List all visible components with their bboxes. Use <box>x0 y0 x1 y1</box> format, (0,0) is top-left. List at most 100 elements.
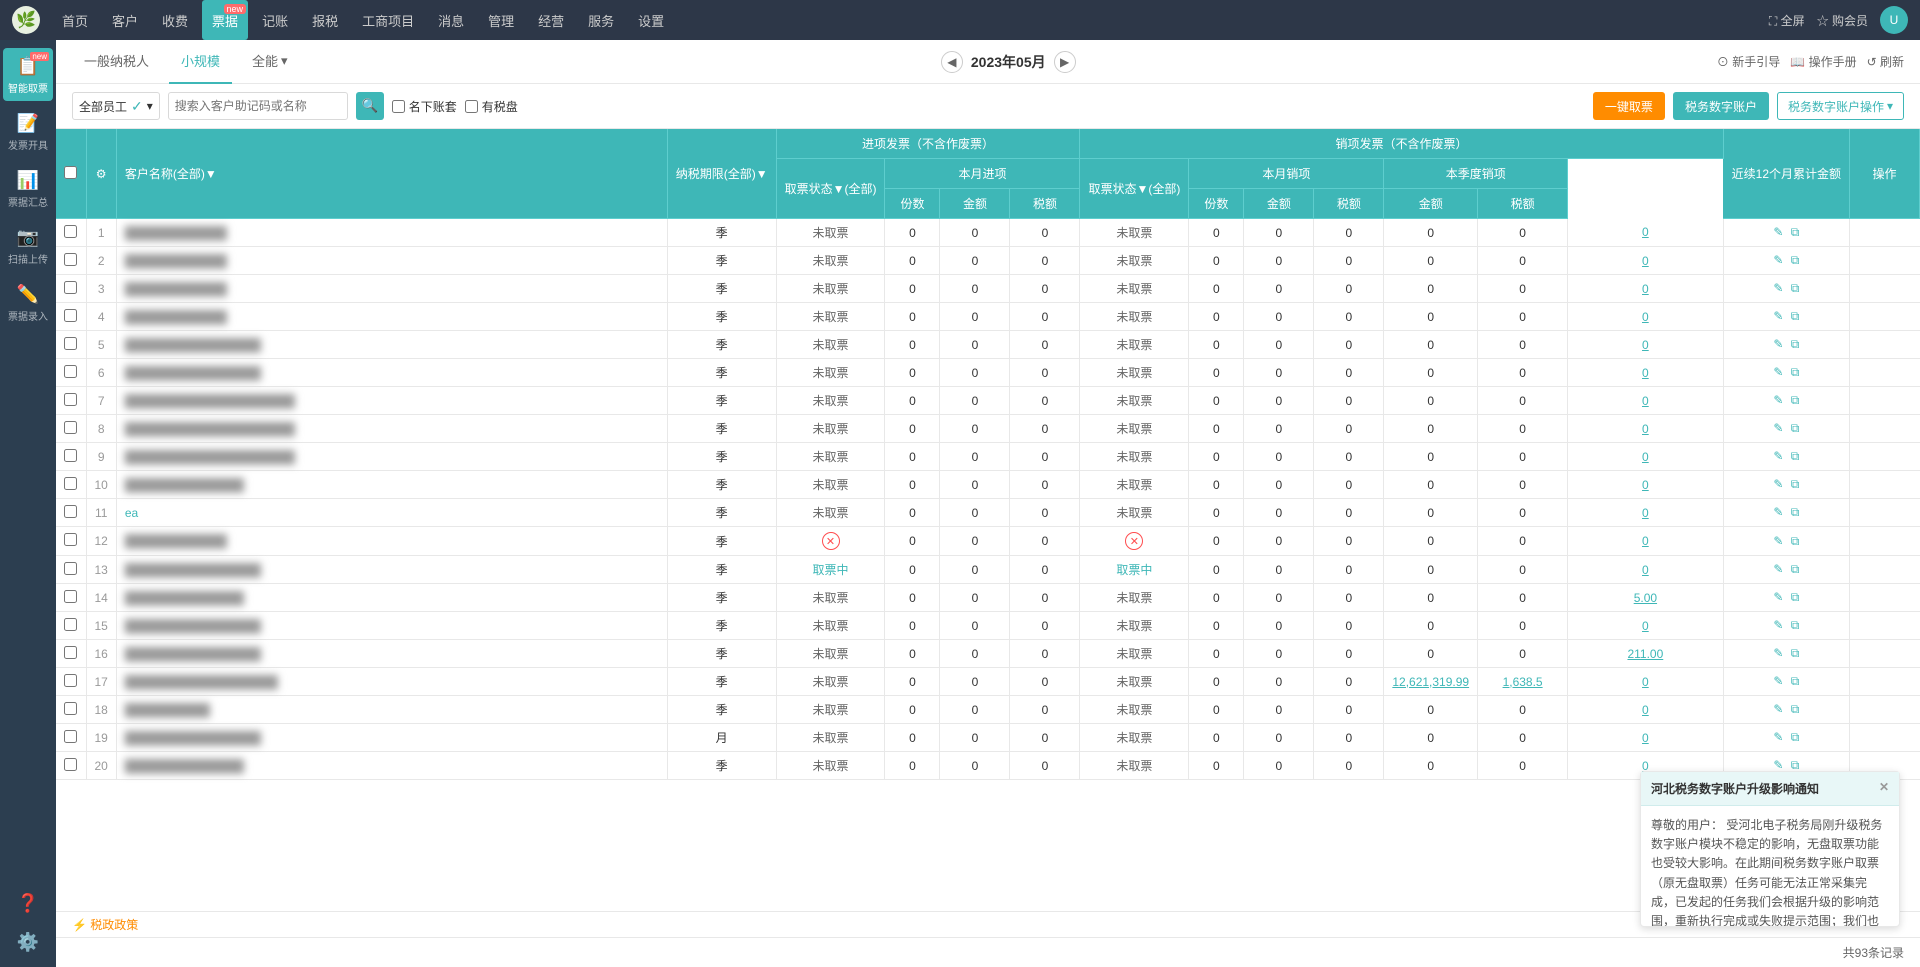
copy-icon[interactable]: ⧉ <box>1791 337 1800 351</box>
nav-item-message[interactable]: 消息 <box>428 0 474 40</box>
digital-account-btn[interactable]: 税务数字账户 <box>1673 92 1769 120</box>
nav-item-accounting[interactable]: 记账 <box>252 0 298 40</box>
nav-item-operation[interactable]: 经营 <box>528 0 574 40</box>
row-checkbox[interactable] <box>64 477 77 490</box>
next-month-btn[interactable]: ▶ <box>1054 51 1076 73</box>
copy-icon[interactable]: ⧉ <box>1791 393 1800 407</box>
th-out-status[interactable]: 取票状态▼(全部) <box>1080 159 1189 219</box>
cumulative-link[interactable]: 211.00 <box>1627 647 1663 661</box>
th-name[interactable]: 客户名称(全部)▼ <box>116 129 667 219</box>
vip-btn[interactable]: ☆ 购会员 <box>1817 12 1868 29</box>
th-in-status[interactable]: 取票状态▼(全部) <box>776 159 885 219</box>
cumulative-zero[interactable]: 0 <box>1642 225 1649 239</box>
cumulative-zero[interactable]: 0 <box>1642 675 1649 689</box>
copy-icon[interactable]: ⧉ <box>1791 281 1800 295</box>
row-checkbox[interactable] <box>64 618 77 631</box>
q-tax-link[interactable]: 1,638.5 <box>1503 675 1543 689</box>
cumulative-zero[interactable]: 0 <box>1642 534 1649 548</box>
refresh-btn[interactable]: ↺ 刷新 <box>1867 53 1904 70</box>
tab-all[interactable]: 全能 ▾ <box>240 40 300 84</box>
search-input[interactable] <box>168 92 348 120</box>
cumulative-zero[interactable]: 0 <box>1642 338 1649 352</box>
edit-icon[interactable]: ✎ <box>1773 674 1783 688</box>
cumulative-zero[interactable]: 0 <box>1642 478 1649 492</box>
row-checkbox[interactable] <box>64 393 77 406</box>
notification-close[interactable]: ✕ <box>1879 780 1889 797</box>
copy-icon[interactable]: ⧉ <box>1791 309 1800 323</box>
row-checkbox[interactable] <box>64 702 77 715</box>
sidebar-item-help[interactable]: ❓ <box>3 885 53 920</box>
cumulative-zero[interactable]: 0 <box>1642 394 1649 408</box>
copy-icon[interactable]: ⧉ <box>1791 674 1800 688</box>
edit-icon[interactable]: ✎ <box>1773 365 1783 379</box>
select-all-checkbox[interactable] <box>64 166 77 179</box>
copy-icon[interactable]: ⧉ <box>1791 365 1800 379</box>
row-checkbox[interactable] <box>64 253 77 266</box>
copy-icon[interactable]: ⧉ <box>1791 505 1800 519</box>
row-checkbox[interactable] <box>64 225 77 238</box>
copy-icon[interactable]: ⧉ <box>1791 562 1800 576</box>
copy-icon[interactable]: ⧉ <box>1791 758 1800 772</box>
nav-item-settings[interactable]: 设置 <box>628 0 674 40</box>
sidebar-item-open-invoice[interactable]: 📝 发票开具 <box>3 105 53 158</box>
row-checkbox[interactable] <box>64 646 77 659</box>
sidebar-item-scan[interactable]: 📷 扫描上传 <box>3 219 53 272</box>
cumulative-zero[interactable]: 0 <box>1642 422 1649 436</box>
edit-icon[interactable]: ✎ <box>1773 590 1783 604</box>
tab-small-scale[interactable]: 小规模 <box>169 40 232 84</box>
copy-icon[interactable]: ⧉ <box>1791 590 1800 604</box>
copy-icon[interactable]: ⧉ <box>1791 253 1800 267</box>
cumulative-zero[interactable]: 0 <box>1642 506 1649 520</box>
cumulative-zero[interactable]: 0 <box>1642 731 1649 745</box>
edit-icon[interactable]: ✎ <box>1773 225 1783 239</box>
copy-icon[interactable]: ⧉ <box>1791 618 1800 632</box>
user-avatar[interactable]: U <box>1880 6 1908 34</box>
edit-icon[interactable]: ✎ <box>1773 477 1783 491</box>
edit-icon[interactable]: ✎ <box>1773 337 1783 351</box>
copy-icon[interactable]: ⧉ <box>1791 534 1800 548</box>
row-checkbox[interactable] <box>64 505 77 518</box>
edit-icon[interactable]: ✎ <box>1773 618 1783 632</box>
row-checkbox[interactable] <box>64 730 77 743</box>
sidebar-item-config[interactable]: ⚙️ <box>3 924 53 959</box>
cumulative-zero[interactable]: 0 <box>1642 366 1649 380</box>
nav-item-tax[interactable]: 报税 <box>302 0 348 40</box>
nav-item-manage[interactable]: 管理 <box>478 0 524 40</box>
edit-icon[interactable]: ✎ <box>1773 534 1783 548</box>
edit-icon[interactable]: ✎ <box>1773 393 1783 407</box>
quick-ticket-btn[interactable]: 一键取票 <box>1593 92 1665 120</box>
employee-select[interactable]: 全部员工 ✓ ▾ <box>72 92 160 120</box>
edit-icon[interactable]: ✎ <box>1773 702 1783 716</box>
copy-icon[interactable]: ⧉ <box>1791 702 1800 716</box>
sidebar-item-entry[interactable]: ✏️ 票据录入 <box>3 276 53 329</box>
row-checkbox[interactable] <box>64 365 77 378</box>
row-checkbox[interactable] <box>64 281 77 294</box>
edit-icon[interactable]: ✎ <box>1773 421 1783 435</box>
copy-icon[interactable]: ⧉ <box>1791 225 1800 239</box>
sidebar-item-smart-ticket[interactable]: new 📋 智能取票 <box>3 48 53 101</box>
fullscreen-btn[interactable]: ⛶ 全屏 <box>1769 12 1805 29</box>
cumulative-zero[interactable]: 0 <box>1642 619 1649 633</box>
copy-icon[interactable]: ⧉ <box>1791 477 1800 491</box>
th-tax-period[interactable]: 纳税期限(全部)▼ <box>667 129 776 219</box>
edit-icon[interactable]: ✎ <box>1773 309 1783 323</box>
search-button[interactable]: 🔍 <box>356 92 384 120</box>
nav-item-home[interactable]: 首页 <box>52 0 98 40</box>
edit-icon[interactable]: ✎ <box>1773 646 1783 660</box>
nav-item-ticket[interactable]: 票据 new <box>202 0 248 40</box>
cumulative-zero[interactable]: 0 <box>1642 703 1649 717</box>
edit-icon[interactable]: ✎ <box>1773 505 1783 519</box>
customer-name-link[interactable]: ea <box>125 506 138 520</box>
row-checkbox[interactable] <box>64 309 77 322</box>
row-checkbox[interactable] <box>64 449 77 462</box>
edit-icon[interactable]: ✎ <box>1773 562 1783 576</box>
copy-icon[interactable]: ⧉ <box>1791 730 1800 744</box>
row-checkbox[interactable] <box>64 758 77 771</box>
copy-icon[interactable]: ⧉ <box>1791 646 1800 660</box>
filter-accounts-checkbox[interactable] <box>392 100 405 113</box>
cumulative-zero[interactable]: 0 <box>1642 254 1649 268</box>
edit-icon[interactable]: ✎ <box>1773 253 1783 267</box>
row-checkbox[interactable] <box>64 674 77 687</box>
manual-btn[interactable]: 📖 操作手册 <box>1790 53 1856 70</box>
tab-general-taxpayer[interactable]: 一般纳税人 <box>72 40 161 84</box>
